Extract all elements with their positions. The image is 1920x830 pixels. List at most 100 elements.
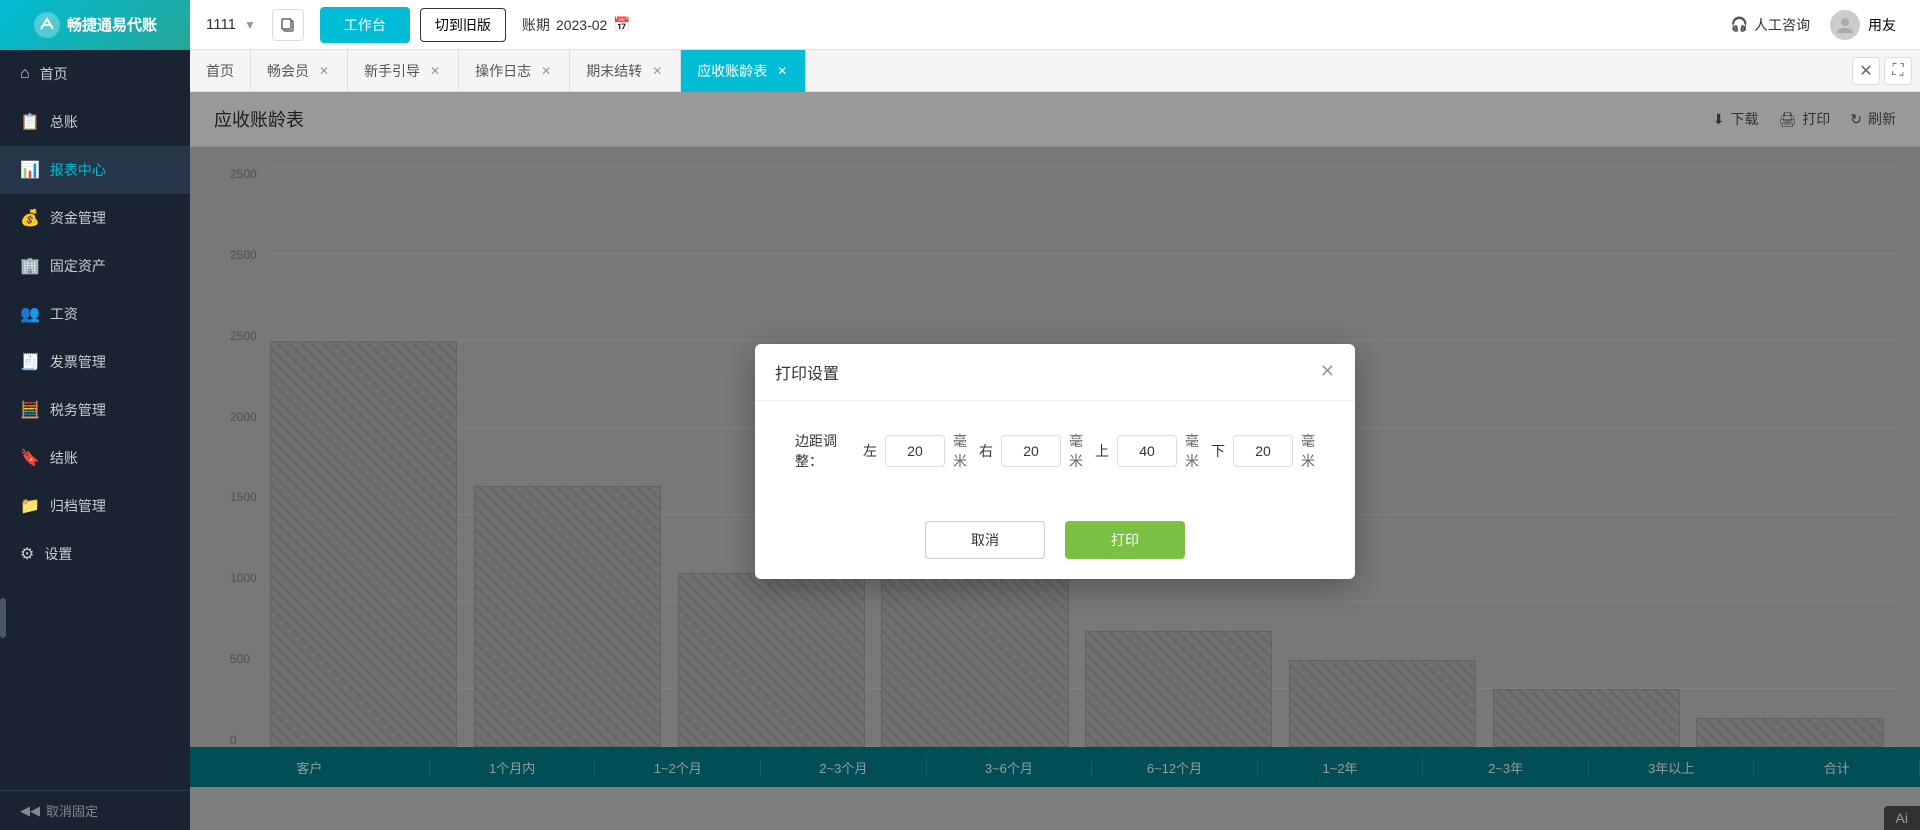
top-margin-input[interactable] — [1117, 435, 1177, 467]
support-button[interactable]: 🎧 人工咨询 — [1731, 15, 1810, 35]
tab-应收账龄表[interactable]: 应收账龄表 ✕ — [681, 50, 806, 92]
top-dir-label: 上 — [1095, 441, 1109, 461]
tab-close-3[interactable]: ✕ — [539, 62, 553, 80]
tab-label-0: 首页 — [206, 61, 234, 81]
sidebar-icon-7: 🧮 — [20, 400, 40, 420]
right-dir-label: 右 — [979, 441, 993, 461]
tab-label-1: 畅会员 — [267, 61, 309, 81]
sidebar-label-5: 工资 — [50, 304, 78, 324]
right-margin-group: 右 毫米 — [979, 431, 1083, 471]
headset-icon: 🎧 — [1731, 16, 1748, 33]
collapse-label: 取消固定 — [46, 801, 98, 820]
tabs-actions: ✕ ⛶ — [1852, 57, 1920, 85]
left-margin-group: 左 毫米 — [863, 431, 967, 471]
tab-label-2: 新手引导 — [364, 61, 420, 81]
main-layout: ⌂首页📋总账📊报表中心 💰 资金管理 🏢固定资产 👥 工资 🧾 发票管理 🧮 税务管理 🔖 结账 📁 归档… — [0, 50, 1920, 830]
scrollbar-thumb — [0, 598, 6, 638]
sidebar-item-资金管理[interactable]: 💰 资金管理 — [0, 194, 190, 242]
sidebar-icon-6: 🧾 — [20, 352, 40, 372]
sidebar-label-7: 税务管理 — [50, 400, 106, 420]
sidebar-item-归档管理[interactable]: 📁 归档管理 — [0, 482, 190, 530]
sidebar-item-首页[interactable]: ⌂首页 — [0, 50, 190, 98]
sidebar-item-设置[interactable]: ⚙ 设置 — [0, 530, 190, 578]
close-tab-button[interactable]: ✕ — [1852, 57, 1880, 85]
page-content: 应收账龄表 ⬇ 下载 🖨 打印 ↻ 刷新 — [190, 92, 1920, 830]
left-dir-label: 左 — [863, 441, 877, 461]
sidebar-icon-3: 💰 — [20, 208, 40, 228]
modal-close-button[interactable]: ✕ — [1320, 361, 1335, 382]
workbench-button[interactable]: 工作台 — [320, 7, 410, 43]
sidebar-label-0: 首页 — [40, 64, 68, 84]
top-header: 畅捷通易代账 1111 ▼ 工作台 切到旧版 账期 2023-02 📅 🎧 人工… — [0, 0, 1920, 50]
sidebar: ⌂首页📋总账📊报表中心 💰 资金管理 🏢固定资产 👥 工资 🧾 发票管理 🧮 税务管理 🔖 结账 📁 归档… — [0, 50, 190, 830]
sidebar-label-8: 结账 — [50, 448, 78, 468]
bottom-margin-group: 下 毫米 — [1211, 431, 1315, 471]
sidebar-label-6: 发票管理 — [50, 352, 106, 372]
modal-overlay: 打印设置 ✕ 边距调整： 左 毫米 右 — [190, 92, 1920, 830]
sidebar-item-固定资产[interactable]: 🏢固定资产 — [0, 242, 190, 290]
period-value: 2023-02 — [556, 17, 607, 33]
copy-button[interactable] — [272, 9, 304, 41]
dropdown-arrow-icon: ▼ — [244, 18, 256, 32]
sidebar-icon-10: ⚙ — [20, 544, 34, 564]
sidebar-label-3: 资金管理 — [50, 208, 106, 228]
sidebar-item-报表中心[interactable]: 📊报表中心 — [0, 146, 190, 194]
modal-print-button[interactable]: 打印 — [1065, 521, 1185, 559]
content-area: 首页畅会员✕新手引导✕操作日志✕期末结转✕应收账龄表✕ ✕ ⛶ 应收账龄表 ⬇ … — [190, 50, 1920, 830]
tab-期末结转[interactable]: 期末结转✕ — [570, 50, 681, 92]
period-label: 账期 — [522, 15, 550, 35]
left-margin-input[interactable] — [885, 435, 945, 467]
bottom-unit: 毫米 — [1301, 431, 1315, 471]
header-company: 1111 ▼ 工作台 切到旧版 账期 2023-02 📅 — [190, 7, 1731, 43]
calendar-icon[interactable]: 📅 — [613, 16, 630, 33]
tab-畅会员[interactable]: 畅会员 ✕ — [251, 50, 348, 92]
margin-label: 边距调整： — [795, 431, 851, 471]
collapse-icon: ◀◀ — [20, 803, 40, 819]
sidebar-item-结账[interactable]: 🔖 结账 — [0, 434, 190, 482]
sidebar-label-4: 固定资产 — [50, 256, 106, 276]
tab-label-3: 操作日志 — [475, 61, 531, 81]
tab-close-1[interactable]: ✕ — [317, 62, 331, 80]
expand-tab-button[interactable]: ⛶ — [1884, 57, 1912, 85]
top-margin-group: 上 毫米 — [1095, 431, 1199, 471]
modal-body: 边距调整： 左 毫米 右 毫米 — [755, 401, 1355, 501]
tab-close-4[interactable]: ✕ — [650, 62, 664, 80]
tabs-bar: 首页畅会员✕新手引导✕操作日志✕期末结转✕应收账龄表✕ ✕ ⛶ — [190, 50, 1920, 92]
company-name: 1111 — [206, 16, 236, 33]
sidebar-item-税务管理[interactable]: 🧮 税务管理 — [0, 386, 190, 434]
cancel-button[interactable]: 取消 — [925, 521, 1045, 559]
right-margin-input[interactable] — [1001, 435, 1061, 467]
tab-新手引导[interactable]: 新手引导 ✕ — [348, 50, 459, 92]
avatar — [1830, 10, 1860, 40]
top-unit: 毫米 — [1185, 431, 1199, 471]
sidebar-label-10: 设置 — [44, 544, 72, 564]
sidebar-icon-9: 📁 — [20, 496, 40, 516]
tab-操作日志[interactable]: 操作日志 ✕ — [459, 50, 570, 92]
sidebar-item-工资[interactable]: 👥 工资 — [0, 290, 190, 338]
bottom-margin-input[interactable] — [1233, 435, 1293, 467]
sidebar-icon-5: 👥 — [20, 304, 40, 324]
sidebar-label-9: 归档管理 — [50, 496, 106, 516]
tab-close-2[interactable]: ✕ — [428, 62, 442, 80]
user-area[interactable]: 用友 — [1830, 10, 1896, 40]
sidebar-label-1: 总账 — [50, 112, 78, 132]
sidebar-icon-8: 🔖 — [20, 448, 40, 468]
tab-close-5[interactable]: ✕ — [775, 62, 789, 80]
sidebar-item-发票管理[interactable]: 🧾 发票管理 — [0, 338, 190, 386]
avatar-icon — [1835, 15, 1855, 35]
modal-title: 打印设置 — [775, 360, 839, 384]
sidebar-item-总账[interactable]: 📋总账 — [0, 98, 190, 146]
support-label: 人工咨询 — [1754, 15, 1810, 35]
tab-首页[interactable]: 首页 — [190, 50, 251, 92]
bottom-dir-label: 下 — [1211, 441, 1225, 461]
modal-footer: 取消 打印 — [755, 501, 1355, 579]
sidebar-collapse-button[interactable]: ◀◀ 取消固定 — [0, 790, 190, 830]
header-right: 🎧 人工咨询 用友 — [1731, 10, 1920, 40]
modal-header: 打印设置 ✕ — [755, 344, 1355, 401]
copy-icon — [280, 17, 296, 33]
tab-label-5: 应收账龄表 — [697, 61, 767, 81]
switch-old-button[interactable]: 切到旧版 — [420, 8, 506, 42]
company-selector[interactable]: 1111 ▼ — [206, 16, 256, 33]
logo-text: 畅捷通易代账 — [67, 14, 157, 35]
logo-icon — [33, 11, 61, 39]
